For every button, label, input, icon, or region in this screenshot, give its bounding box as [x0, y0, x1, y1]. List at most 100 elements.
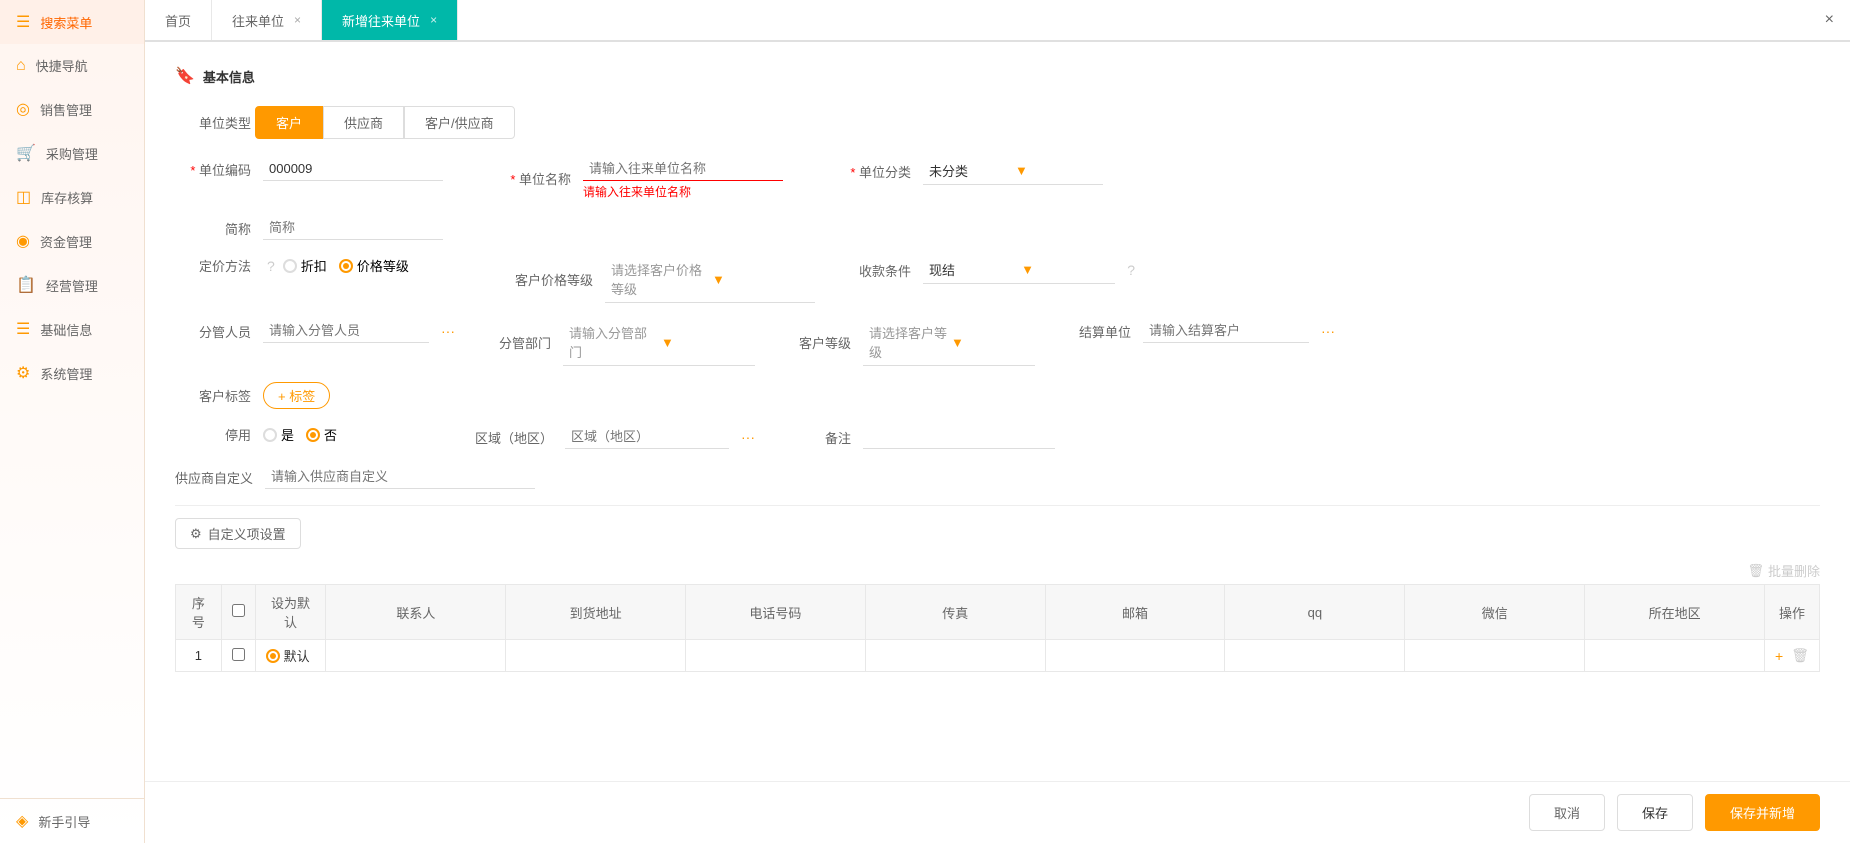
row-email[interactable]: [1045, 640, 1225, 672]
department-select[interactable]: 请输入分管部门 ▼: [563, 319, 755, 366]
tab-counterparty-label: 往来单位: [232, 11, 284, 30]
row-checkbox[interactable]: [232, 648, 245, 661]
remark-input[interactable]: [863, 425, 1055, 449]
field-unit-code: 单位编码: [175, 157, 495, 181]
row-add-button[interactable]: +: [1775, 648, 1783, 664]
address-input[interactable]: [516, 648, 675, 663]
add-tag-button[interactable]: + 标签: [263, 382, 330, 409]
sidebar-item-label: 基础信息: [40, 320, 92, 339]
tab-counterparty[interactable]: 往来单位 ×: [212, 0, 322, 40]
sidebar-item-operations[interactable]: 📋 经营管理: [0, 263, 144, 307]
payment-terms-select[interactable]: 现结 ▼: [923, 256, 1115, 284]
unit-name-input[interactable]: [583, 157, 783, 181]
select-all-checkbox[interactable]: [232, 604, 245, 617]
tab-home-label: 首页: [165, 11, 191, 30]
payment-terms-help-icon[interactable]: ?: [1127, 262, 1135, 278]
close-all-tabs[interactable]: ×: [1809, 11, 1850, 29]
abbreviation-label: 简称: [175, 219, 255, 238]
col-actions: 操作: [1764, 585, 1819, 640]
settlement-unit-more-icon[interactable]: ···: [1321, 323, 1335, 339]
search-menu-icon: ☰: [16, 12, 30, 32]
sidebar-item-purchase[interactable]: 🛒 采购管理: [0, 131, 144, 175]
contact-input[interactable]: [336, 648, 495, 663]
field-abbreviation: 简称: [175, 216, 495, 240]
tab-new-counterparty[interactable]: 新增往来单位 ×: [322, 0, 458, 40]
row-checkbox-cell[interactable]: [221, 640, 255, 672]
cancel-button[interactable]: 取消: [1529, 794, 1605, 831]
sidebar-item-finance[interactable]: ◉ 资金管理: [0, 219, 144, 263]
sales-icon: ◎: [16, 99, 30, 119]
row-contact[interactable]: [326, 640, 506, 672]
save-button[interactable]: 保存: [1617, 794, 1693, 831]
row-default-radio[interactable]: 默认: [266, 646, 316, 665]
discount-radio-circle: [283, 259, 297, 273]
row-address[interactable]: [506, 640, 686, 672]
disabled-yes[interactable]: 是: [263, 425, 294, 444]
email-input[interactable]: [1056, 648, 1215, 663]
customer-price-level-placeholder: 请选择客户价格等级: [611, 260, 708, 298]
col-fax: 传真: [865, 585, 1045, 640]
payment-terms-arrow-icon: ▼: [1021, 262, 1109, 277]
customer-level-select[interactable]: 请选择客户等级 ▼: [863, 319, 1035, 366]
fax-input[interactable]: [876, 648, 1035, 663]
unit-name-error: 请输入往来单位名称: [583, 183, 835, 200]
home-icon: ⌂: [16, 57, 26, 75]
unit-code-input[interactable]: [263, 157, 443, 181]
close-counterparty-tab[interactable]: ×: [294, 13, 301, 27]
pricing-radio-discount[interactable]: 折扣: [283, 256, 327, 275]
row-fax[interactable]: [865, 640, 1045, 672]
custom-settings-button[interactable]: ⚙ 自定义项设置: [175, 518, 301, 549]
tab-home[interactable]: 首页: [145, 0, 212, 40]
abbreviation-input[interactable]: [263, 216, 443, 240]
table-row: 1 默认: [176, 640, 1820, 672]
sidebar-item-basic[interactable]: ☰ 基础信息: [0, 307, 144, 351]
supplier-custom-label: 供应商自定义: [175, 468, 257, 487]
inventory-icon: ◫: [16, 187, 31, 207]
manager-input[interactable]: [263, 319, 429, 343]
manager-more-icon[interactable]: ···: [441, 323, 455, 339]
disabled-no[interactable]: 否: [306, 425, 337, 444]
row-delete-button[interactable]: 🗑: [1791, 647, 1809, 664]
unit-category-select[interactable]: 未分类 ▼: [923, 157, 1103, 185]
sidebar-item-label: 库存核算: [41, 188, 93, 207]
qq-input[interactable]: [1235, 648, 1394, 663]
sidebar-item-quick-nav[interactable]: ⌂ 快捷导航: [0, 44, 144, 87]
location-input[interactable]: [1595, 648, 1754, 663]
type-btn-supplier[interactable]: 供应商: [323, 106, 404, 139]
sidebar-item-search[interactable]: ☰ 搜索菜单: [0, 0, 144, 44]
customer-price-level-label: 客户价格等级: [515, 270, 597, 289]
row-location[interactable]: [1585, 640, 1765, 672]
row-wechat[interactable]: [1405, 640, 1585, 672]
settlement-unit-input[interactable]: [1143, 319, 1309, 343]
sidebar-item-label: 系统管理: [40, 364, 92, 383]
close-new-counterparty-tab[interactable]: ×: [430, 13, 437, 27]
type-btn-customer[interactable]: 客户: [255, 106, 323, 139]
phone-input[interactable]: [696, 648, 855, 663]
row-qq[interactable]: [1225, 640, 1405, 672]
finance-icon: ◉: [16, 231, 30, 251]
type-btn-both[interactable]: 客户/供应商: [404, 106, 515, 139]
level-radio-circle: [339, 259, 353, 273]
customer-tag-label: 客户标签: [175, 386, 255, 405]
supplier-custom-input[interactable]: [265, 465, 535, 489]
default-label: 默认: [284, 646, 310, 665]
pricing-radio-level[interactable]: 价格等级: [339, 256, 409, 275]
contacts-table: 序号 设为默认 联系人 到货地址 电话号码 传真 邮箱 qq 微信 所在地区 操…: [175, 584, 1820, 672]
save-new-button[interactable]: 保存并新增: [1705, 794, 1820, 831]
unit-category-arrow-icon: ▼: [1015, 163, 1097, 178]
row-phone[interactable]: [686, 640, 866, 672]
sidebar-item-sales[interactable]: ◎ 销售管理: [0, 87, 144, 131]
sidebar-item-system[interactable]: ⚙ 系统管理: [0, 351, 144, 395]
wechat-input[interactable]: [1415, 648, 1574, 663]
customer-price-level-select[interactable]: 请选择客户价格等级 ▼: [605, 256, 815, 303]
col-checkbox[interactable]: [221, 585, 255, 640]
region-input[interactable]: [565, 425, 729, 449]
sidebar-item-inventory[interactable]: ◫ 库存核算: [0, 175, 144, 219]
level-label: 价格等级: [357, 256, 409, 275]
main-area: 首页 往来单位 × 新增往来单位 × × 🔖 基本信息 单位类型 客户 供应商 …: [145, 0, 1850, 843]
region-more-icon[interactable]: ···: [741, 429, 755, 445]
batch-delete-label[interactable]: 批量删除: [1768, 561, 1820, 580]
sidebar-item-guide[interactable]: ◈ 新手引导: [0, 799, 144, 843]
pricing-help-icon[interactable]: ?: [267, 258, 275, 274]
form-content: 🔖 基本信息 单位类型 客户 供应商 客户/供应商 单位编码 单位名称 请输入往…: [145, 42, 1850, 781]
